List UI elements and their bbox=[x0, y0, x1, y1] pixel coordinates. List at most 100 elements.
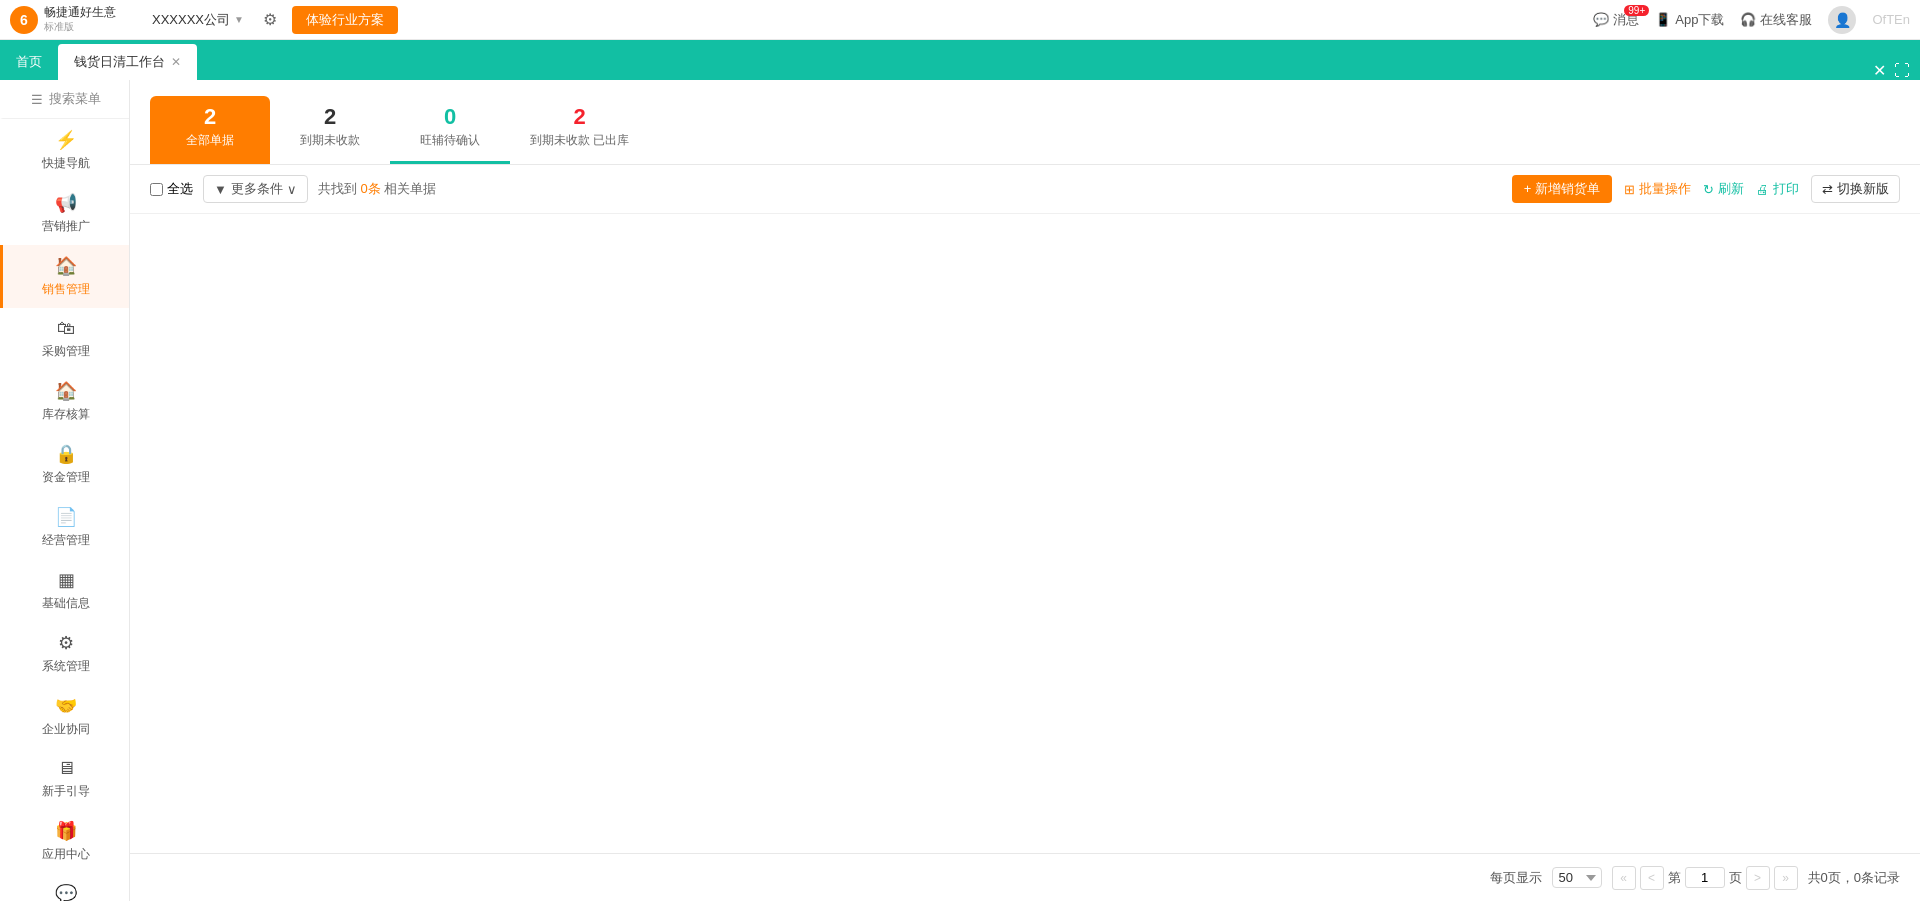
company-name: XXXXXX公司 bbox=[152, 11, 230, 29]
sidebar-search-label: 搜索菜单 bbox=[49, 90, 101, 108]
sidebar-item-system[interactable]: ⚙ 系统管理 bbox=[0, 622, 129, 685]
topbar: 6 畅捷通好生意 标准版 XXXXXX公司 ▼ ⚙ 体验行业方案 💬 消息 99… bbox=[0, 0, 1920, 40]
sidebar-item-purchase[interactable]: 🛍 采购管理 bbox=[0, 308, 129, 370]
app-sub: 标准版 bbox=[44, 20, 116, 34]
app-download-button[interactable]: 📱 App下载 bbox=[1655, 11, 1724, 29]
empty-placeholder bbox=[130, 214, 1920, 853]
switch-label: 切换新版 bbox=[1837, 180, 1889, 198]
company-selector[interactable]: XXXXXX公司 ▼ bbox=[140, 11, 256, 29]
filter-icon: ▼ bbox=[214, 182, 227, 197]
message-button[interactable]: 💬 消息 99+ bbox=[1593, 11, 1639, 29]
switch-version-button[interactable]: ⇄ 切换新版 bbox=[1811, 175, 1900, 203]
quicknav-icon: ⚡ bbox=[55, 129, 77, 151]
stats-tabs-bar: 2 全部单据 2 到期未收款 0 旺辅待确认 2 到期未收款 已出库 bbox=[130, 80, 1920, 165]
last-page-button[interactable]: » bbox=[1774, 866, 1798, 890]
sidebar-guide-label: 新手引导 bbox=[42, 783, 90, 800]
stat-tab-overdue[interactable]: 2 到期未收款 bbox=[270, 96, 390, 164]
sidebar-item-guide[interactable]: 🖥 新手引导 bbox=[0, 748, 129, 810]
per-page-select[interactable]: 50 100 200 bbox=[1552, 867, 1602, 888]
sidebar-appcenter-label: 应用中心 bbox=[42, 846, 90, 863]
basics-icon: ▦ bbox=[58, 569, 75, 591]
sidebar-system-label: 系统管理 bbox=[42, 658, 90, 675]
tab-workbench-label: 钱货日清工作台 bbox=[74, 53, 165, 71]
sales-icon: 🏠 bbox=[55, 255, 77, 277]
toolbar-right: + 新增销货单 ⊞ 批量操作 ↻ 刷新 🖨 打印 ⇄ 切换新版 bbox=[1512, 175, 1900, 203]
filter-arrow-icon: ∨ bbox=[287, 182, 297, 197]
sidebar-inventory-label: 库存核算 bbox=[42, 406, 90, 423]
sidebar: ☰ 搜索菜单 ⚡ 快捷导航 📢 营销推广 🏠 销售管理 🛍 采购管理 🏠 库存核… bbox=[0, 80, 130, 901]
search-icon: ☰ bbox=[31, 92, 43, 107]
main-content: 2 全部单据 2 到期未收款 0 旺辅待确认 2 到期未收款 已出库 全选 bbox=[130, 80, 1920, 901]
stat-all-num: 2 bbox=[170, 104, 250, 130]
sidebar-purchase-label: 采购管理 bbox=[42, 343, 90, 360]
app-download-label: App下载 bbox=[1675, 11, 1724, 29]
sidebar-item-marketing[interactable]: 📢 营销推广 bbox=[0, 182, 129, 245]
sidebar-item-basics[interactable]: ▦ 基础信息 bbox=[0, 559, 129, 622]
nav-collapse-icon[interactable]: ✕ bbox=[1873, 61, 1886, 80]
message-badge: 99+ bbox=[1624, 5, 1649, 16]
stat-tab-all[interactable]: 2 全部单据 bbox=[150, 96, 270, 164]
logo-text-block: 畅捷通好生意 标准版 bbox=[44, 5, 116, 35]
nav-expand-icon[interactable]: ⛶ bbox=[1894, 62, 1910, 80]
print-button[interactable]: 🖨 打印 bbox=[1756, 180, 1799, 198]
filter-label: 更多条件 bbox=[231, 180, 283, 198]
stat-tab-shipped[interactable]: 2 到期未收款 已出库 bbox=[510, 96, 649, 164]
headset-icon: 🎧 bbox=[1740, 12, 1756, 27]
print-icon: 🖨 bbox=[1756, 182, 1769, 197]
sidebar-quicknav-label: 快捷导航 bbox=[42, 155, 90, 172]
add-order-button[interactable]: + 新增销货单 bbox=[1512, 175, 1612, 203]
stat-tab-wangfu[interactable]: 0 旺辅待确认 bbox=[390, 96, 510, 164]
user-name-label[interactable]: OfTEn bbox=[1872, 12, 1910, 27]
message-icon: 💬 bbox=[1593, 12, 1609, 27]
next-page-button[interactable]: > bbox=[1746, 866, 1770, 890]
operations-icon: 📄 bbox=[55, 506, 77, 528]
tab-close-icon[interactable]: ✕ bbox=[171, 55, 181, 69]
sidebar-item-sales[interactable]: 🏠 销售管理 bbox=[0, 245, 129, 308]
batch-ops-button[interactable]: ⊞ 批量操作 bbox=[1624, 180, 1691, 198]
table-area bbox=[130, 214, 1920, 853]
tab-workbench[interactable]: 钱货日清工作台 ✕ bbox=[58, 44, 197, 80]
trial-button[interactable]: 体验行业方案 bbox=[292, 6, 398, 34]
appcenter-icon: 🎁 bbox=[55, 820, 77, 842]
stat-wangfu-num: 0 bbox=[410, 104, 490, 130]
page-nav: « < 第 页 > » bbox=[1612, 866, 1798, 890]
logo-icon: 6 bbox=[10, 6, 38, 34]
page-label: 第 bbox=[1668, 869, 1681, 887]
filter-button[interactable]: ▼ 更多条件 ∨ bbox=[203, 175, 308, 203]
finance-icon: 🔒 bbox=[55, 443, 77, 465]
sidebar-item-operations[interactable]: 📄 经营管理 bbox=[0, 496, 129, 559]
sidebar-item-appcenter[interactable]: 🎁 应用中心 bbox=[0, 810, 129, 873]
nav-right-icons: ✕ ⛶ bbox=[1873, 61, 1920, 80]
sidebar-item-enterprise[interactable]: 🤝 企业协同 bbox=[0, 685, 129, 748]
sidebar-item-finance[interactable]: 🔒 资金管理 bbox=[0, 433, 129, 496]
page-input[interactable] bbox=[1685, 867, 1725, 888]
sidebar-item-inventory[interactable]: 🏠 库存核算 bbox=[0, 370, 129, 433]
nav-tabs-bar: 首页 钱货日清工作台 ✕ ✕ ⛶ bbox=[0, 40, 1920, 80]
print-label: 打印 bbox=[1773, 180, 1799, 198]
refresh-icon: ↻ bbox=[1703, 182, 1714, 197]
stat-overdue-num: 2 bbox=[290, 104, 370, 130]
stat-shipped-label: 到期未收款 已出库 bbox=[530, 132, 629, 149]
settings-button[interactable]: ⚙ bbox=[256, 6, 284, 34]
found-text: 共找到 0条 相关单据 bbox=[318, 180, 436, 198]
toolbar: 全选 ▼ 更多条件 ∨ 共找到 0条 相关单据 + 新增销货单 ⊞ bbox=[130, 165, 1920, 214]
prev-page-button[interactable]: < bbox=[1640, 866, 1664, 890]
sidebar-item-search[interactable]: ☰ 搜索菜单 bbox=[0, 80, 129, 119]
user-avatar[interactable]: 👤 bbox=[1828, 6, 1856, 34]
sidebar-marketing-label: 营销推广 bbox=[42, 218, 90, 235]
sidebar-enterprise-label: 企业协同 bbox=[42, 721, 90, 738]
sidebar-operations-label: 经营管理 bbox=[42, 532, 90, 549]
page-suffix: 页 bbox=[1729, 869, 1742, 887]
total-records: 共0页，0条记录 bbox=[1808, 869, 1900, 887]
first-page-button[interactable]: « bbox=[1612, 866, 1636, 890]
avatar-icon: 👤 bbox=[1834, 12, 1851, 28]
online-service-button[interactable]: 🎧 在线客服 bbox=[1740, 11, 1812, 29]
tab-home[interactable]: 首页 bbox=[0, 44, 58, 80]
select-all-input[interactable] bbox=[150, 183, 163, 196]
refresh-button[interactable]: ↻ 刷新 bbox=[1703, 180, 1744, 198]
sidebar-finance-label: 资金管理 bbox=[42, 469, 90, 486]
select-all-checkbox[interactable]: 全选 bbox=[150, 180, 193, 198]
sidebar-item-quicknav[interactable]: ⚡ 快捷导航 bbox=[0, 119, 129, 182]
stat-overdue-label: 到期未收款 bbox=[290, 132, 370, 149]
sidebar-item-corpwx[interactable]: 💬 企业微信 bbox=[0, 873, 129, 901]
